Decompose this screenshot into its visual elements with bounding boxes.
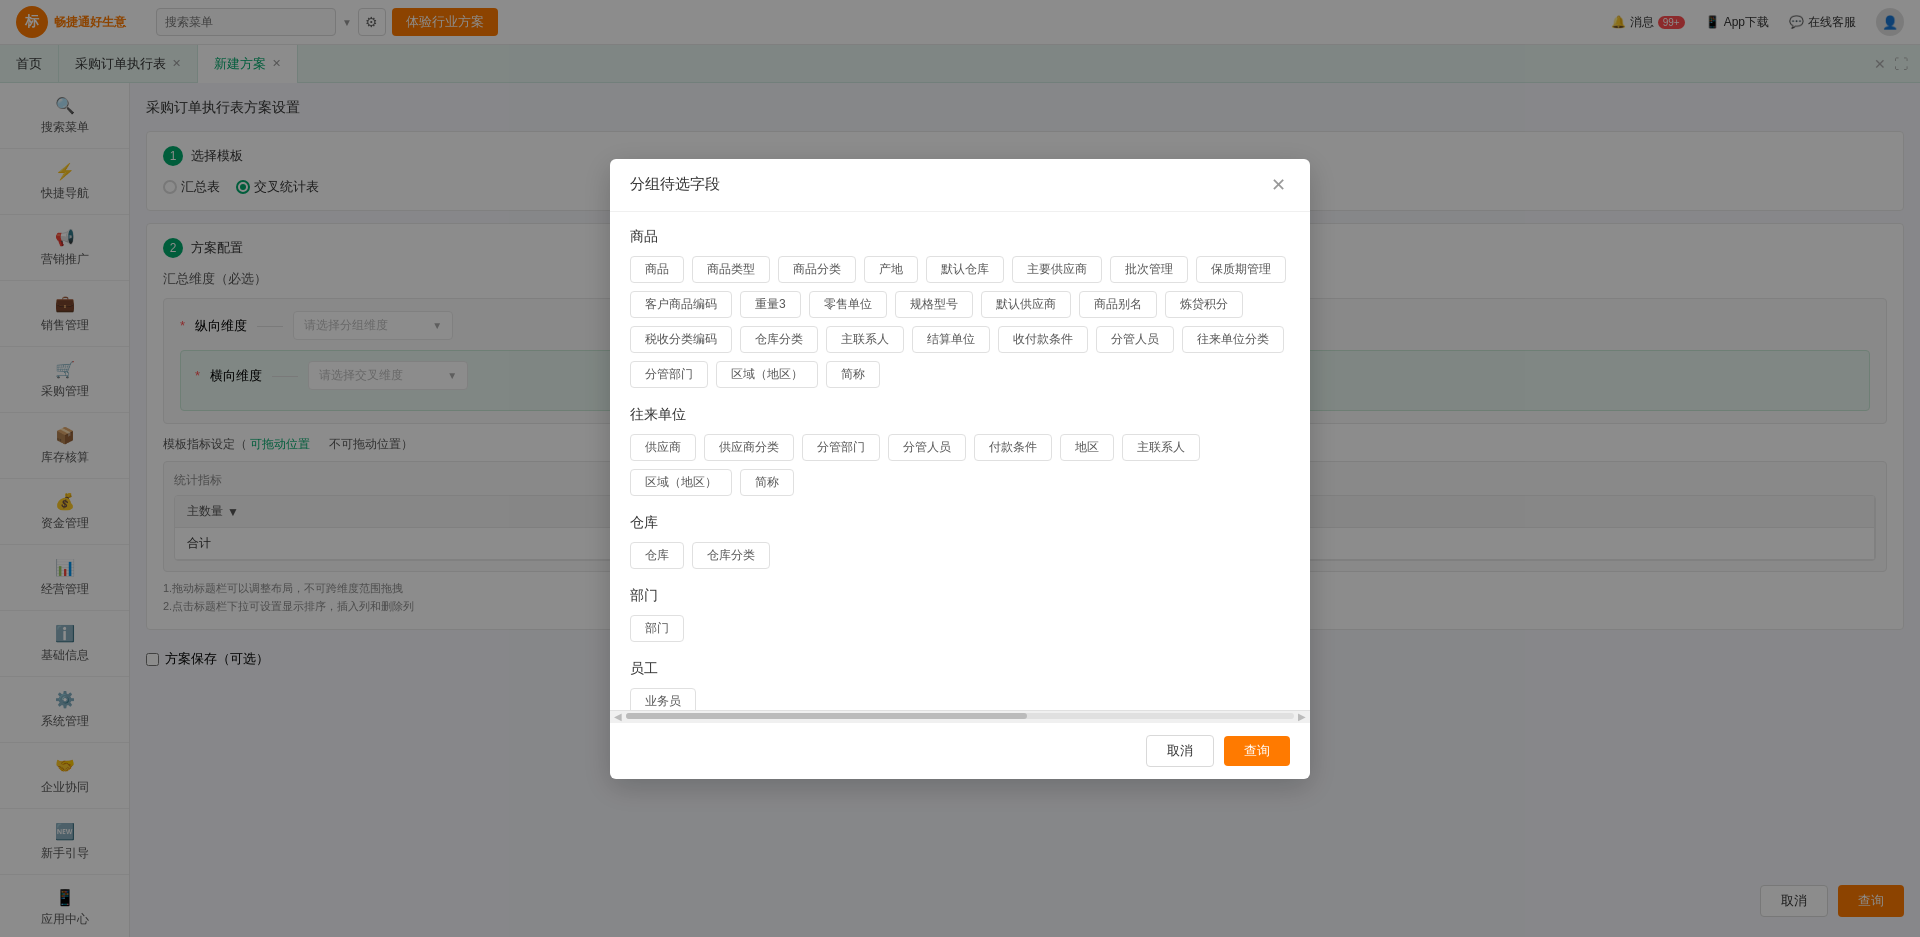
tag-settlement-unit[interactable]: 结算单位 bbox=[912, 326, 990, 353]
tag-short-name-partner[interactable]: 简称 bbox=[740, 469, 794, 496]
scroll-left-arrow[interactable]: ◀ bbox=[614, 711, 622, 722]
modal-confirm-button[interactable]: 查询 bbox=[1224, 736, 1290, 766]
tag-shelf-life[interactable]: 保质期管理 bbox=[1196, 256, 1286, 283]
field-group-partner: 往来单位 供应商 供应商分类 分管部门 分管人员 付款条件 地区 主联系人 区域… bbox=[630, 406, 1290, 496]
tag-product[interactable]: 商品 bbox=[630, 256, 684, 283]
field-group-warehouse: 仓库 仓库 仓库分类 bbox=[630, 514, 1290, 569]
tag-supplier[interactable]: 供应商 bbox=[630, 434, 696, 461]
tag-region-product[interactable]: 区域（地区） bbox=[716, 361, 818, 388]
modal-horizontal-scrollbar[interactable]: ◀ ▶ bbox=[610, 710, 1310, 722]
tag-points[interactable]: 炼贷积分 bbox=[1165, 291, 1243, 318]
modal-close-button[interactable]: ✕ bbox=[1266, 173, 1290, 197]
field-group-product-title: 商品 bbox=[630, 228, 1290, 246]
tag-warehouse-category[interactable]: 仓库分类 bbox=[740, 326, 818, 353]
field-group-warehouse-title: 仓库 bbox=[630, 514, 1290, 532]
tag-supplier-category[interactable]: 供应商分类 bbox=[704, 434, 794, 461]
modal-header: 分组待选字段 ✕ bbox=[610, 159, 1310, 212]
tag-dept-in-charge[interactable]: 分管部门 bbox=[630, 361, 708, 388]
modal-overlay: 分组待选字段 ✕ 商品 商品 商品类型 商品分类 产地 默认仓库 主要供应商 批… bbox=[0, 0, 1920, 937]
field-group-dept-title: 部门 bbox=[630, 587, 1290, 605]
tag-product-category[interactable]: 商品分类 bbox=[778, 256, 856, 283]
tag-warehouse-cat[interactable]: 仓库分类 bbox=[692, 542, 770, 569]
warehouse-tags: 仓库 仓库分类 bbox=[630, 542, 1290, 569]
tag-warehouse[interactable]: 仓库 bbox=[630, 542, 684, 569]
tag-tax-code[interactable]: 税收分类编码 bbox=[630, 326, 732, 353]
field-group-product: 商品 商品 商品类型 商品分类 产地 默认仓库 主要供应商 批次管理 保质期管理… bbox=[630, 228, 1290, 388]
tag-main-supplier[interactable]: 主要供应商 bbox=[1012, 256, 1102, 283]
tag-salesperson[interactable]: 业务员 bbox=[630, 688, 696, 710]
field-select-modal: 分组待选字段 ✕ 商品 商品 商品类型 商品分类 产地 默认仓库 主要供应商 批… bbox=[610, 159, 1310, 779]
tag-product-alias[interactable]: 商品别名 bbox=[1079, 291, 1157, 318]
tag-pay-terms[interactable]: 付款条件 bbox=[974, 434, 1052, 461]
tag-main-contact[interactable]: 主联系人 bbox=[826, 326, 904, 353]
field-group-partner-title: 往来单位 bbox=[630, 406, 1290, 424]
employee-tags: 业务员 bbox=[630, 688, 1290, 710]
scrollbar-track bbox=[626, 713, 1294, 719]
field-group-dept: 部门 部门 bbox=[630, 587, 1290, 642]
tag-default-supplier[interactable]: 默认供应商 bbox=[981, 291, 1071, 318]
tag-default-warehouse[interactable]: 默认仓库 bbox=[926, 256, 1004, 283]
tag-dept-partner[interactable]: 分管部门 bbox=[802, 434, 880, 461]
modal-footer: 取消 查询 bbox=[610, 722, 1310, 779]
tag-weight3[interactable]: 重量3 bbox=[740, 291, 801, 318]
partner-tags: 供应商 供应商分类 分管部门 分管人员 付款条件 地区 主联系人 区域（地区） … bbox=[630, 434, 1290, 496]
field-group-employee-title: 员工 bbox=[630, 660, 1290, 678]
tag-batch-mgmt[interactable]: 批次管理 bbox=[1110, 256, 1188, 283]
field-group-employee: 员工 业务员 bbox=[630, 660, 1290, 710]
tag-short-name-product[interactable]: 简称 bbox=[826, 361, 880, 388]
modal-cancel-button[interactable]: 取消 bbox=[1146, 735, 1214, 767]
modal-title: 分组待选字段 bbox=[630, 175, 720, 194]
tag-retail-unit[interactable]: 零售单位 bbox=[809, 291, 887, 318]
tag-dept[interactable]: 部门 bbox=[630, 615, 684, 642]
product-tags: 商品 商品类型 商品分类 产地 默认仓库 主要供应商 批次管理 保质期管理 客户… bbox=[630, 256, 1290, 388]
tag-payment-terms[interactable]: 收付款条件 bbox=[998, 326, 1088, 353]
scrollbar-thumb[interactable] bbox=[626, 713, 1027, 719]
tag-partner-category[interactable]: 往来单位分类 bbox=[1182, 326, 1284, 353]
dept-tags: 部门 bbox=[630, 615, 1290, 642]
scroll-right-arrow[interactable]: ▶ bbox=[1298, 711, 1306, 722]
tag-product-type[interactable]: 商品类型 bbox=[692, 256, 770, 283]
tag-region-partner[interactable]: 区域（地区） bbox=[630, 469, 732, 496]
tag-spec-model[interactable]: 规格型号 bbox=[895, 291, 973, 318]
tag-customer-code[interactable]: 客户商品编码 bbox=[630, 291, 732, 318]
tag-origin[interactable]: 产地 bbox=[864, 256, 918, 283]
tag-manager[interactable]: 分管人员 bbox=[1096, 326, 1174, 353]
tag-person-partner[interactable]: 分管人员 bbox=[888, 434, 966, 461]
tag-area[interactable]: 地区 bbox=[1060, 434, 1114, 461]
modal-body: 商品 商品 商品类型 商品分类 产地 默认仓库 主要供应商 批次管理 保质期管理… bbox=[610, 212, 1310, 710]
tag-contact-partner[interactable]: 主联系人 bbox=[1122, 434, 1200, 461]
